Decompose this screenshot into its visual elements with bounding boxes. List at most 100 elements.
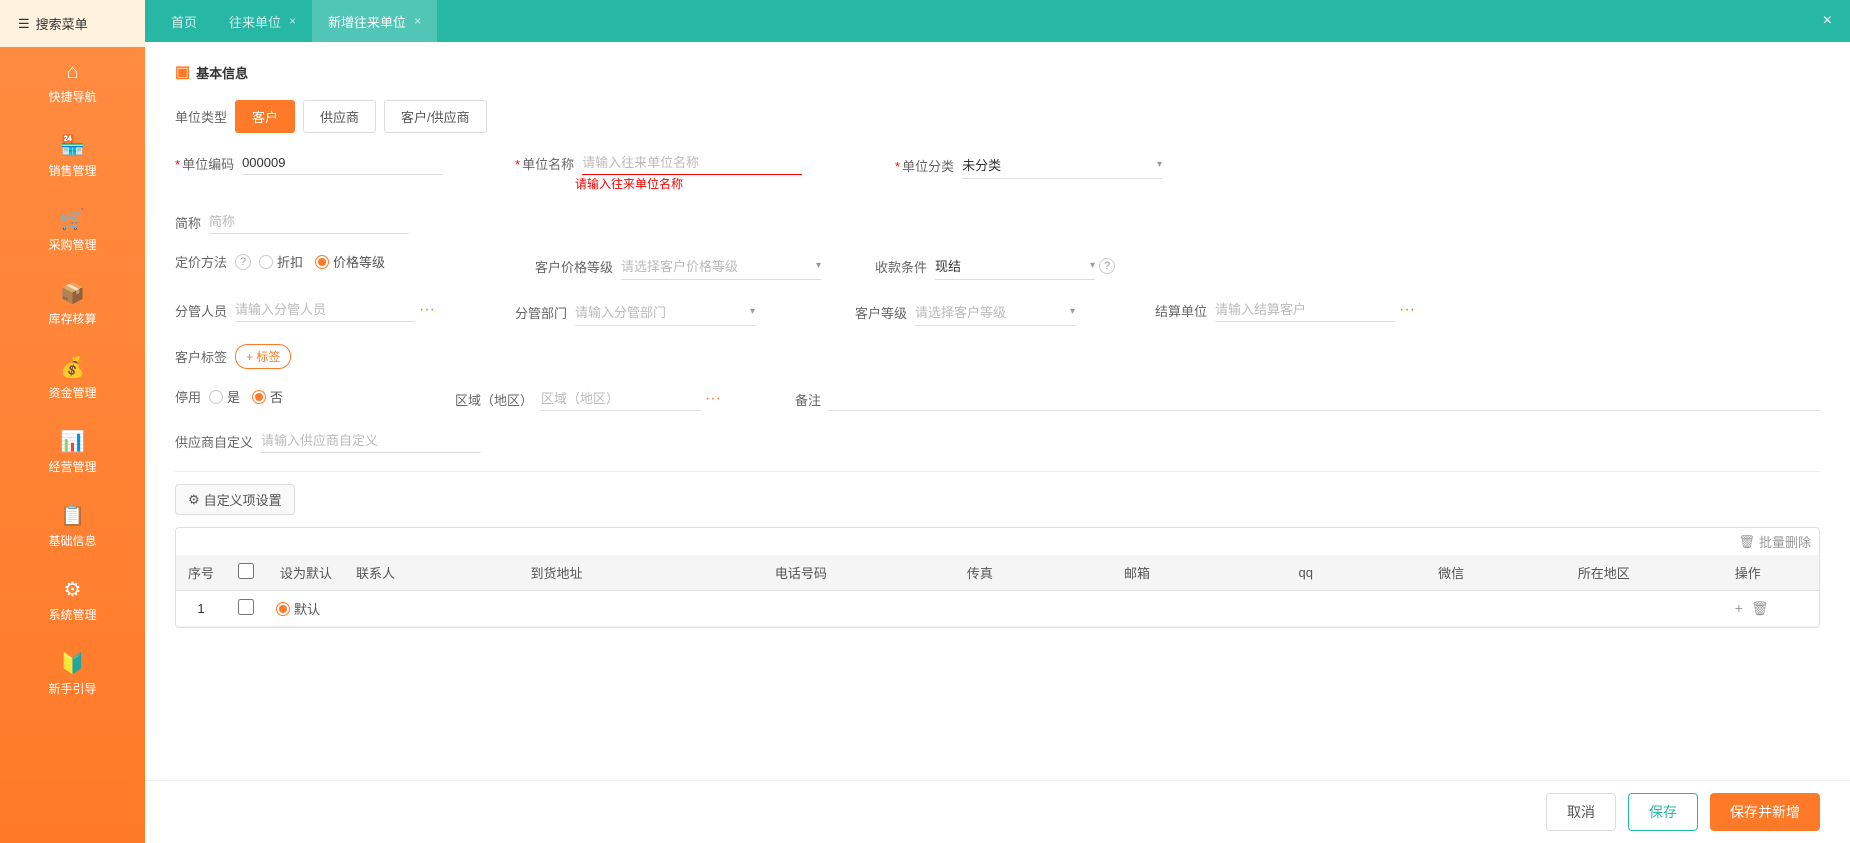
help-icon[interactable]: ? [235,254,251,270]
sidebar-item-basic[interactable]: 📋 基础信息 [0,489,145,563]
row-qq-input[interactable] [1298,601,1358,616]
manager-row: 分管人员 ··· 分管部门 请输入分管部门 ▾ 客户等级 请选择客户等级 ▾ 结… [175,298,1820,326]
row-phone-input[interactable] [775,601,865,616]
supplier-custom-input[interactable] [261,429,481,453]
add-tag-button[interactable]: + 标签 [235,344,291,369]
row-default-radio[interactable]: 默认 [276,599,336,618]
customer-level-select[interactable]: 请选择客户等级 ▾ [915,298,1075,326]
sidebar-item-guide[interactable]: 🔰 新手引导 [0,637,145,711]
row-fax[interactable] [957,591,1114,627]
gear-icon: ⚙ [188,492,200,508]
table-row: 1 默认 [176,591,1819,627]
tab-partners-close[interactable]: × [289,14,296,28]
row-region[interactable] [1568,591,1725,627]
row-wechat-input[interactable] [1438,601,1498,616]
disabled-row: 停用 是 否 区域（地区） ··· 备注 [175,387,1820,411]
radio-no[interactable]: 否 [252,387,283,406]
type-both-button[interactable]: 客户/供应商 [384,100,487,133]
region-field: 区域（地区） ··· [455,387,795,411]
pricing-method-field: 定价方法 ? 折扣 价格等级 [175,252,535,271]
supplier-custom-row: 供应商自定义 [175,429,1820,453]
row-contact[interactable] [346,591,521,627]
sidebar-item-inventory[interactable]: 📦 库存核算 [0,267,145,341]
save-button[interactable]: 保存 [1628,793,1698,831]
dept-placeholder: 请输入分管部门 [575,302,746,321]
manager-more-button[interactable]: ··· [415,301,439,319]
row-contact-input[interactable] [356,601,436,616]
row-phone[interactable] [765,591,957,627]
disabled-field: 停用 是 否 [175,387,455,406]
row-wechat[interactable] [1428,591,1568,627]
radio-discount-label: 折扣 [277,252,303,271]
settlement-unit-more-button[interactable]: ··· [1395,301,1419,319]
remark-input[interactable] [829,387,1820,411]
manager-input[interactable] [235,298,415,322]
tab-home-label: 首页 [171,12,197,31]
search-menu-item[interactable]: ☰ 搜索菜单 [0,8,145,39]
delete-row-button[interactable]: 🗑 [1751,600,1769,617]
radio-price-level-label: 价格等级 [333,252,385,271]
row-address-input[interactable] [531,601,651,616]
finance-icon: 💰 [60,355,85,380]
dept-select[interactable]: 请输入分管部门 ▾ [575,298,755,326]
row-address[interactable] [521,591,765,627]
sidebar-item-quick-nav[interactable]: ⌂ 快捷导航 [0,47,145,119]
type-customer-button[interactable]: 客户 [235,100,295,133]
row-email-input[interactable] [1124,601,1204,616]
region-input[interactable] [541,387,701,411]
unit-code-input[interactable] [242,151,442,175]
unit-category-field: 单位分类 未分类 ▾ [895,151,1235,179]
radio-discount[interactable]: 折扣 [259,252,303,271]
supplier-custom-field: 供应商自定义 [175,429,575,453]
tabbar: 首页 往来单位 × 新增往来单位 × × [145,0,1850,42]
batch-delete-label: 批量删除 [1759,532,1811,551]
sidebar-item-purchase[interactable]: 🛒 采购管理 [0,193,145,267]
tabbar-close-button[interactable]: × [1815,8,1840,34]
settlement-unit-field: 结算单位 ··· [1155,298,1820,322]
tab-home[interactable]: 首页 [155,0,213,42]
sidebar-item-label: 销售管理 [48,162,96,179]
row-checkbox[interactable] [238,599,254,615]
batch-delete-button[interactable]: 🗑 批量删除 [1738,532,1811,551]
table-header-bar: 🗑 批量删除 [176,528,1819,555]
select-all-checkbox[interactable] [238,563,254,579]
help-icon2[interactable]: ? [1099,258,1115,274]
chevron-down-icon: ▾ [750,306,755,317]
radio-circle-price-level [315,255,329,269]
section-basic-info: ▣ 基本信息 [175,62,1820,82]
sidebar-item-sales[interactable]: 🏪 销售管理 [0,119,145,193]
settlement-unit-input[interactable] [1215,298,1395,322]
cancel-button[interactable]: 取消 [1546,793,1616,831]
row-region-input[interactable] [1578,601,1648,616]
col-header-check [226,555,266,591]
unit-name-input[interactable] [582,151,802,175]
save-and-new-button[interactable]: 保存并新增 [1710,793,1820,831]
unit-category-value: 未分类 [962,155,1153,174]
tab-new-partner[interactable]: 新增往来单位 × [312,0,437,42]
type-supplier-button[interactable]: 供应商 [303,100,376,133]
inventory-icon: 📦 [60,281,85,306]
sidebar-item-finance[interactable]: 💰 资金管理 [0,341,145,415]
row-fax-input[interactable] [967,601,1037,616]
radio-price-level[interactable]: 价格等级 [315,252,385,271]
customer-price-level-select[interactable]: 请选择客户价格等级 ▾ [621,252,821,280]
abbr-input[interactable] [209,210,409,234]
col-header-wechat: 微信 [1428,555,1568,591]
row-email[interactable] [1114,591,1289,627]
sidebar-item-system[interactable]: ⚙ 系统管理 [0,563,145,637]
custom-settings-button[interactable]: ⚙ 自定义项设置 [175,484,295,515]
chevron-down-icon: ▾ [816,260,821,271]
customer-level-label: 客户等级 [855,303,907,322]
unit-category-select[interactable]: 未分类 ▾ [962,151,1162,179]
tab-partners[interactable]: 往来单位 × [213,0,312,42]
sidebar-item-operations[interactable]: 📊 经营管理 [0,415,145,489]
contacts-table: 序号 设为默认 联系人 到货地址 电话号码 传真 邮箱 qq 微信 所在地区 操… [176,555,1819,627]
row-qq[interactable] [1288,591,1428,627]
row-actions: + 🗑 [1725,591,1819,627]
region-more-button[interactable]: ··· [701,390,725,408]
radio-yes[interactable]: 是 [209,387,240,406]
tab-new-partner-close[interactable]: × [414,14,421,28]
dept-label: 分管部门 [515,303,567,322]
payment-terms-select[interactable]: 现结 ▾ [935,252,1095,280]
add-row-button[interactable]: + [1735,600,1743,617]
